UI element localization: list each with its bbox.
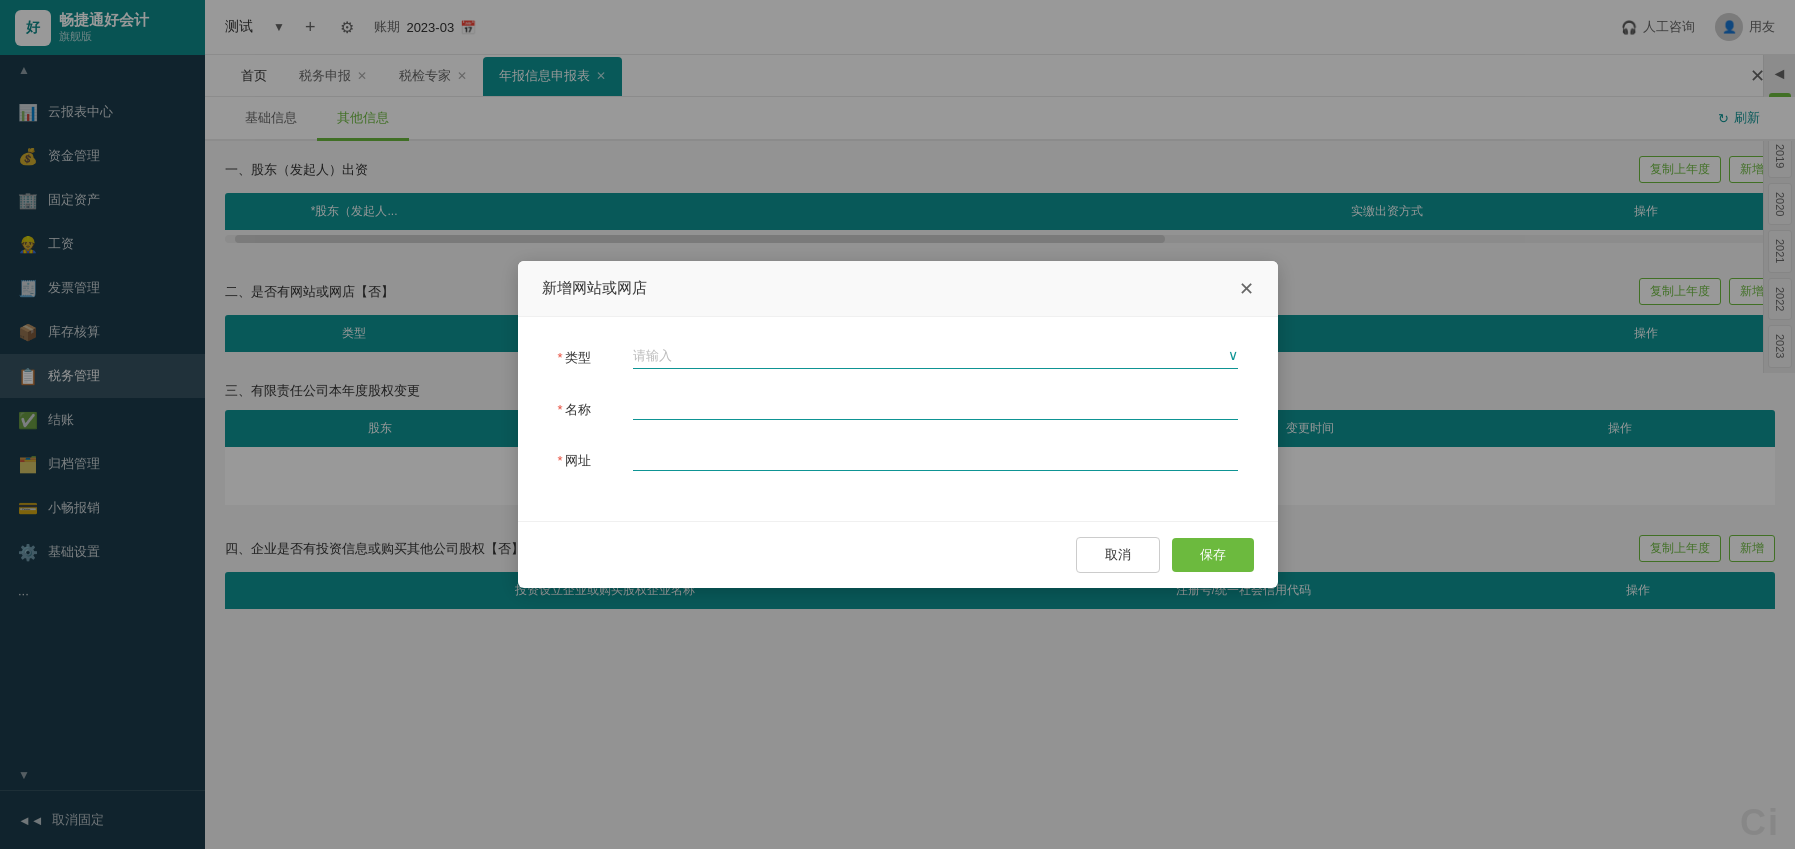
field-label-name: *名称 [558, 401, 618, 419]
field-label-type: *类型 [558, 349, 618, 367]
name-input[interactable] [633, 399, 1238, 414]
dialog-footer: 取消 保存 [518, 521, 1278, 588]
dialog-header: 新增网站或网店 ✕ [518, 261, 1278, 317]
dialog-save-btn[interactable]: 保存 [1172, 538, 1254, 572]
type-dropdown-icon[interactable]: ∨ [1228, 347, 1238, 363]
modal-overlay: 新增网站或网店 ✕ *类型 ∨ *名称 [0, 0, 1795, 849]
type-input[interactable] [633, 348, 1228, 363]
url-input[interactable] [633, 450, 1238, 465]
dialog-cancel-btn[interactable]: 取消 [1076, 537, 1160, 573]
dialog-title: 新增网站或网店 [542, 279, 647, 298]
add-website-dialog: 新增网站或网店 ✕ *类型 ∨ *名称 [518, 261, 1278, 588]
form-row-url: *网址 [558, 450, 1238, 471]
name-input-wrap [633, 399, 1238, 420]
required-mark-type: * [558, 350, 563, 365]
required-mark-url: * [558, 453, 563, 468]
form-row-name: *名称 [558, 399, 1238, 420]
type-input-wrap: ∨ [633, 347, 1238, 369]
form-row-type: *类型 ∨ [558, 347, 1238, 369]
url-input-wrap [633, 450, 1238, 471]
dialog-close-btn[interactable]: ✕ [1239, 280, 1254, 298]
field-label-url: *网址 [558, 452, 618, 470]
dialog-body: *类型 ∨ *名称 *网址 [518, 317, 1278, 521]
required-mark-name: * [558, 402, 563, 417]
